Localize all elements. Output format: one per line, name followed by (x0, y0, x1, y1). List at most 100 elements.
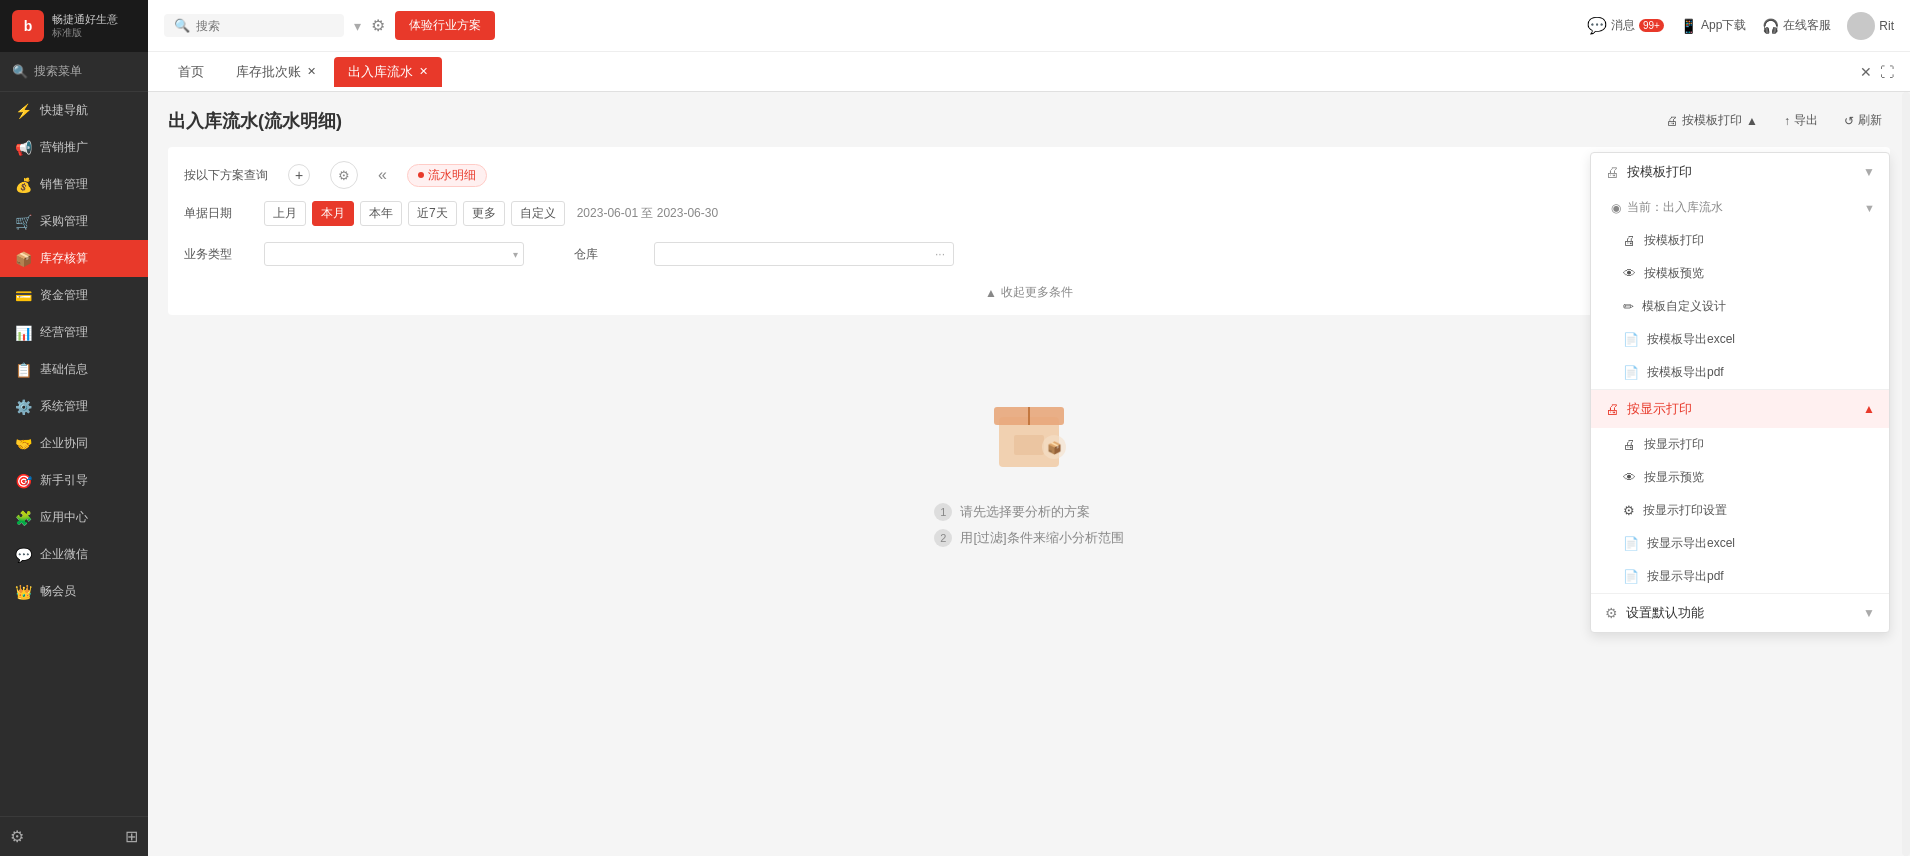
default-section-title: 设置默认功能 (1626, 604, 1704, 622)
user-menu[interactable]: Rit (1847, 12, 1894, 40)
template-preview-item[interactable]: 👁 按模板预览 (1591, 257, 1889, 290)
display-export-pdf-item[interactable]: 📄 按显示导出pdf (1591, 560, 1889, 593)
sidebar-item-label: 经营管理 (40, 324, 88, 341)
search-icon: 🔍 (174, 18, 190, 33)
tabs-bar: 首页 库存批次账 ✕ 出入库流水 ✕ ✕ ⛶ (148, 52, 1910, 92)
sidebar-item-system[interactable]: ⚙️ 系统管理 (0, 388, 148, 425)
warehouse-more-icon[interactable]: ··· (935, 247, 945, 261)
sidebar-item-apps[interactable]: 🧩 应用中心 (0, 499, 148, 536)
app-name: 畅捷通好生意 (52, 12, 118, 26)
svg-rect-3 (1014, 435, 1044, 455)
apps-icon: 🧩 (14, 510, 32, 526)
export-icon: ↑ (1784, 114, 1790, 128)
topbar-left: 🔍 ▾ ⚙ 体验行业方案 (164, 11, 495, 40)
print-dropdown: 🖨 按模板打印 ▼ ◉ 当前：出入库流水 ▼ 🖨 按模板打印 (1590, 152, 1890, 633)
sidebar-item-label: 新手引导 (40, 472, 88, 489)
industry-btn[interactable]: 体验行业方案 (395, 11, 495, 40)
empty-tip-2: 2 用[过滤]条件来缩小分析范围 (934, 529, 1123, 547)
date-this-year-btn[interactable]: 本年 (360, 201, 402, 226)
display-section: 🖨 按显示打印 ▲ 🖨 按显示打印 👁 按显示预览 ⚙ 按显示打印设置 (1591, 390, 1889, 594)
tip-num-1: 1 (934, 503, 952, 521)
sidebar-item-finance[interactable]: 💳 资金管理 (0, 277, 148, 314)
template-print-label: 按模板打印 (1644, 232, 1704, 249)
message-btn[interactable]: 💬 消息 99+ (1587, 16, 1664, 35)
sidebar-settings-icon[interactable]: ⚙ (10, 827, 24, 846)
username-label: Rit (1879, 19, 1894, 33)
message-label: 消息 (1611, 17, 1635, 34)
template-export-excel-item[interactable]: 📄 按模板导出excel (1591, 323, 1889, 356)
date-more-btn[interactable]: 更多 (463, 201, 505, 226)
topbar-dropdown-icon[interactable]: ▾ (354, 18, 361, 34)
tabs-maximize-btn[interactable]: ⛶ (1880, 64, 1894, 80)
main-area: 🔍 ▾ ⚙ 体验行业方案 💬 消息 99+ 📱 App下载 🎧 在线客服 (148, 0, 1910, 856)
search-icon: 🔍 (12, 64, 28, 79)
date-custom-btn[interactable]: 自定义 (511, 201, 565, 226)
sidebar-item-member[interactable]: 👑 畅会员 (0, 573, 148, 610)
collapse-more-btn[interactable]: ▲ 收起更多条件 (985, 284, 1073, 301)
display-section-header[interactable]: 🖨 按显示打印 ▲ (1591, 390, 1889, 428)
default-chevron-icon: ▼ (1863, 606, 1875, 620)
filter-settings-btn[interactable]: ⚙ (330, 161, 358, 189)
date-last-month-btn[interactable]: 上月 (264, 201, 306, 226)
sidebar-item-label: 资金管理 (40, 287, 88, 304)
sidebar-item-quick[interactable]: ⚡ 快捷导航 (0, 92, 148, 129)
empty-icon: 📦 (979, 387, 1079, 487)
template-print-item[interactable]: 🖨 按模板打印 (1591, 224, 1889, 257)
sidebar-item-basic[interactable]: 📋 基础信息 (0, 351, 148, 388)
topbar-gear-icon[interactable]: ⚙ (371, 16, 385, 35)
sidebar-item-marketing[interactable]: 📢 营销推广 (0, 129, 148, 166)
refresh-btn[interactable]: ↺ 刷新 (1836, 108, 1890, 133)
operations-icon: 📊 (14, 325, 32, 341)
template-export-excel-label: 按模板导出excel (1647, 331, 1735, 348)
filter-add-btn[interactable]: + (288, 164, 310, 186)
sidebar-item-label: 采购管理 (40, 213, 88, 230)
filter-collapse-left-icon[interactable]: « (378, 166, 387, 184)
sidebar-item-purchase[interactable]: 🛒 采购管理 (0, 203, 148, 240)
sidebar-item-inventory[interactable]: 📦 库存核算 (0, 240, 148, 277)
tab-batch[interactable]: 库存批次账 ✕ (222, 57, 330, 87)
date-this-month-btn[interactable]: 本月 (312, 201, 354, 226)
template-export-pdf-item[interactable]: 📄 按模板导出pdf (1591, 356, 1889, 389)
search-input[interactable] (196, 19, 316, 33)
sidebar-item-label: 快捷导航 (40, 102, 88, 119)
date-7days-btn[interactable]: 近7天 (408, 201, 457, 226)
business-type-label: 业务类型 (184, 246, 244, 263)
tab-flow[interactable]: 出入库流水 ✕ (334, 57, 442, 87)
message-icon: 💬 (1587, 16, 1607, 35)
purchase-icon: 🛒 (14, 214, 32, 230)
flow-detail-tag[interactable]: 流水明细 (407, 164, 487, 187)
sidebar-item-collab[interactable]: 🤝 企业协同 (0, 425, 148, 462)
current-template-label: 当前：出入库流水 (1627, 199, 1723, 216)
online-service-btn[interactable]: 🎧 在线客服 (1762, 17, 1831, 34)
display-export-excel-item[interactable]: 📄 按显示导出excel (1591, 527, 1889, 560)
export-btn[interactable]: ↑ 导出 (1776, 108, 1826, 133)
print-template-btn[interactable]: 🖨 按模板打印 ▲ (1658, 108, 1766, 133)
sidebar-item-wechat[interactable]: 💬 企业微信 (0, 536, 148, 573)
sidebar-collapse-icon[interactable]: ⊞ (125, 827, 138, 846)
sidebar-search-btn[interactable]: 🔍 搜索菜单 (0, 58, 148, 85)
default-section-header[interactable]: ⚙ 设置默认功能 ▼ (1591, 594, 1889, 632)
sidebar-item-newbie[interactable]: 🎯 新手引导 (0, 462, 148, 499)
tab-home[interactable]: 首页 (164, 57, 218, 87)
business-type-select[interactable] (264, 242, 524, 266)
sidebar-item-label: 企业微信 (40, 546, 88, 563)
scrollbar[interactable] (1902, 92, 1910, 856)
sidebar-item-operations[interactable]: 📊 经营管理 (0, 314, 148, 351)
display-settings-icon: ⚙ (1623, 503, 1635, 518)
sidebar-item-sales[interactable]: 💰 销售管理 (0, 166, 148, 203)
app-download-btn[interactable]: 📱 App下载 (1680, 17, 1746, 34)
display-preview-item[interactable]: 👁 按显示预览 (1591, 461, 1889, 494)
display-settings-item[interactable]: ⚙ 按显示打印设置 (1591, 494, 1889, 527)
printer-icon: 🖨 (1605, 164, 1619, 180)
template-section-header[interactable]: 🖨 按模板打印 ▼ (1591, 153, 1889, 191)
sidebar-item-label: 营销推广 (40, 139, 88, 156)
display-print-item[interactable]: 🖨 按显示打印 (1591, 428, 1889, 461)
sidebar-item-label: 销售管理 (40, 176, 88, 193)
app-logo-icon: b (12, 10, 44, 42)
template-custom-item[interactable]: ✏ 模板自定义设计 (1591, 290, 1889, 323)
sidebar-item-label: 基础信息 (40, 361, 88, 378)
tab-batch-close[interactable]: ✕ (307, 65, 316, 78)
tab-flow-close[interactable]: ✕ (419, 65, 428, 78)
tabs-close-all-btn[interactable]: ✕ (1860, 64, 1872, 80)
warehouse-input[interactable] (663, 247, 935, 261)
